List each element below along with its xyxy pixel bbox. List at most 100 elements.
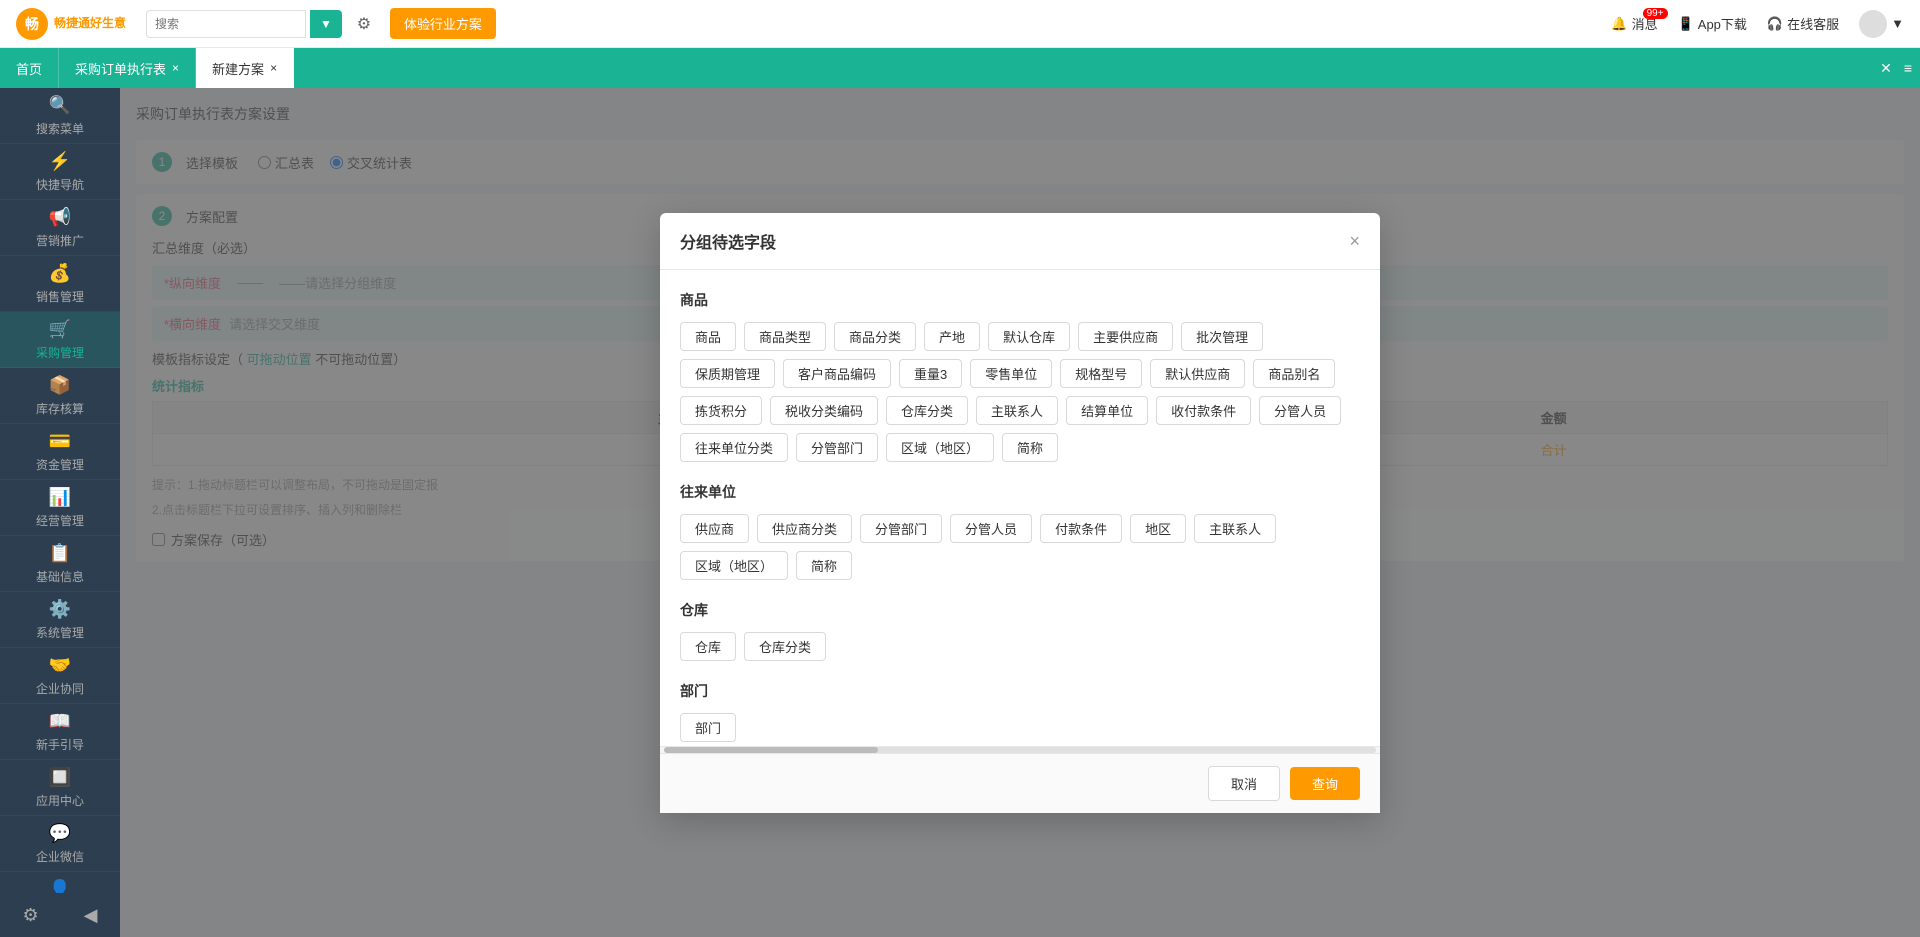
inventory-icon: 📦 — [49, 375, 71, 396]
app-download-icon: 📱 — [1678, 16, 1694, 32]
sidebar: 🔍 搜索菜单 ⚡ 快捷导航 📢 营销推广 💰 销售管理 🛒 采购管理 📦 库存核… — [0, 88, 120, 937]
experience-button[interactable]: 体验行业方案 — [390, 8, 496, 39]
modal-footer: 取消 查询 — [660, 753, 1380, 813]
group-title-department: 部门 — [680, 681, 1360, 701]
collab-icon: 🤝 — [49, 655, 71, 676]
tab-purchase-list-close[interactable]: × — [172, 61, 179, 75]
guide-icon: 📖 — [49, 711, 71, 732]
sidebar-item-marketing[interactable]: 📢 营销推广 — [0, 200, 120, 256]
sidebar-item-sales[interactable]: 💰 销售管理 — [0, 256, 120, 312]
tab-menu-icon[interactable]: ≡ — [1904, 60, 1912, 76]
sidebar-item-quick-nav[interactable]: ⚡ 快捷导航 — [0, 144, 120, 200]
scrollbar-thumb — [664, 747, 878, 753]
field-tag-region2-partner[interactable]: 区域（地区） — [680, 551, 788, 580]
sales-icon: 💰 — [49, 263, 71, 284]
field-tag-dept-name[interactable]: 部门 — [680, 713, 736, 742]
modal-header: 分组待选字段 × — [660, 213, 1380, 270]
logo-icon: 畅 — [16, 8, 48, 40]
field-tag-from-unit[interactable]: 往来单位分类 — [680, 433, 788, 462]
sidebar-item-guide[interactable]: 📖 新手引导 — [0, 704, 120, 760]
field-tag-goods-type[interactable]: 商品类型 — [744, 322, 826, 351]
sidebar-item-app-center[interactable]: 🔲 应用中心 — [0, 760, 120, 816]
field-tag-payment-terms[interactable]: 收付款条件 — [1156, 396, 1251, 425]
tab-new-plan-close[interactable]: × — [270, 61, 277, 75]
field-tag-customer-code[interactable]: 客户商品编码 — [783, 359, 891, 388]
group-title-partner: 往来单位 — [680, 482, 1360, 502]
logo-text: 畅捷通好生意 — [54, 16, 126, 30]
confirm-button[interactable]: 查询 — [1290, 767, 1360, 800]
notification-item[interactable]: 🔔 消息 99+ — [1611, 14, 1657, 33]
logo-area: 畅 畅捷通好生意 — [16, 8, 136, 40]
field-tag-settlement-unit[interactable]: 结算单位 — [1066, 396, 1148, 425]
modal-close-button[interactable]: × — [1349, 232, 1360, 250]
wecom-icon: 💬 — [49, 823, 71, 844]
search-icon: 🔍 — [49, 95, 71, 116]
group-title-warehouse: 仓库 — [680, 600, 1360, 620]
field-tag-spec-model[interactable]: 规格型号 — [1060, 359, 1142, 388]
sidebar-item-collab[interactable]: 🤝 企业协同 — [0, 648, 120, 704]
field-tag-expiry-mgmt[interactable]: 保质期管理 — [680, 359, 775, 388]
field-tag-contact-partner[interactable]: 主联系人 — [1194, 514, 1276, 543]
field-tag-supplier-cat[interactable]: 供应商分类 — [757, 514, 852, 543]
field-tag-warehouse-name[interactable]: 仓库 — [680, 632, 736, 661]
tab-purchase-list[interactable]: 采购订单执行表 × — [59, 48, 196, 88]
field-tag-abbr-goods[interactable]: 简称 — [1002, 433, 1058, 462]
field-tag-default-warehouse[interactable]: 默认仓库 — [988, 322, 1070, 351]
field-tag-goods-alias[interactable]: 商品别名 — [1253, 359, 1335, 388]
sidebar-item-finance[interactable]: 💳 资金管理 — [0, 424, 120, 480]
field-tag-abbr-partner[interactable]: 简称 — [796, 551, 852, 580]
field-tag-tax-code[interactable]: 税收分类编码 — [770, 396, 878, 425]
modal-horizontal-scrollbar[interactable] — [660, 746, 1380, 753]
field-tag-region-goods[interactable]: 区域（地区） — [886, 433, 994, 462]
field-group-goods: 商品 商品 商品类型 商品分类 产地 默认仓库 主要供应商 批次管理 保质期管理… — [680, 290, 1360, 462]
sidebar-item-purchase[interactable]: 🛒 采购管理 — [0, 312, 120, 368]
field-tag-weight3[interactable]: 重量3 — [899, 359, 962, 388]
nav-settings-icon[interactable]: ⚙ — [350, 10, 378, 38]
online-service-item[interactable]: 🎧 在线客服 — [1767, 14, 1839, 33]
tab-home[interactable]: 首页 — [0, 48, 59, 88]
main-layout: 🔍 搜索菜单 ⚡ 快捷导航 📢 营销推广 💰 销售管理 🛒 采购管理 📦 库存核… — [0, 88, 1920, 937]
top-nav-right: 🔔 消息 99+ 📱 App下载 🎧 在线客服 ▼ — [1611, 10, 1904, 38]
modal-body: 商品 商品 商品类型 商品分类 产地 默认仓库 主要供应商 批次管理 保质期管理… — [660, 270, 1380, 746]
sidebar-item-basic-info[interactable]: 📋 基础信息 — [0, 536, 120, 592]
sidebar-settings-button[interactable]: ⚙ — [23, 905, 39, 926]
field-tag-warehouse-category[interactable]: 仓库分类 — [744, 632, 826, 661]
field-tag-retail-unit[interactable]: 零售单位 — [970, 359, 1052, 388]
field-tag-origin[interactable]: 产地 — [924, 322, 980, 351]
tab-close-all-icon[interactable]: ✕ — [1880, 60, 1892, 77]
cancel-button[interactable]: 取消 — [1208, 766, 1280, 801]
field-tag-supplier[interactable]: 供应商 — [680, 514, 749, 543]
field-tag-goods-name[interactable]: 商品 — [680, 322, 736, 351]
field-tag-integral[interactable]: 拣货积分 — [680, 396, 762, 425]
field-tag-manager[interactable]: 分管人员 — [1259, 396, 1341, 425]
sidebar-item-search[interactable]: 🔍 搜索菜单 — [0, 88, 120, 144]
field-tag-region-partner[interactable]: 地区 — [1130, 514, 1186, 543]
field-tag-staff-partner[interactable]: 分管人员 — [950, 514, 1032, 543]
field-tag-batch-mgmt[interactable]: 批次管理 — [1181, 322, 1263, 351]
field-tag-pay-terms[interactable]: 付款条件 — [1040, 514, 1122, 543]
field-tag-warehouse-cat[interactable]: 仓库分类 — [886, 396, 968, 425]
search-button[interactable]: ▼ — [310, 10, 342, 38]
field-tag-dept-partner[interactable]: 分管部门 — [860, 514, 942, 543]
system-icon: ⚙️ — [49, 599, 71, 620]
field-tag-contact[interactable]: 主联系人 — [976, 396, 1058, 425]
field-tag-goods-category[interactable]: 商品分类 — [834, 322, 916, 351]
sidebar-item-system[interactable]: ⚙️ 系统管理 — [0, 592, 120, 648]
user-avatar-area[interactable]: ▼ — [1859, 10, 1904, 38]
tab-new-plan[interactable]: 新建方案 × — [196, 48, 294, 88]
field-tag-default-supplier[interactable]: 默认供应商 — [1150, 359, 1245, 388]
content-area: 采购订单执行表方案设置 1 选择模板 汇总表 交叉统计表 — [120, 88, 1920, 937]
sidebar-item-inventory[interactable]: 📦 库存核算 — [0, 368, 120, 424]
field-tags-department: 部门 — [680, 713, 1360, 742]
field-tags-warehouse: 仓库 仓库分类 — [680, 632, 1360, 661]
top-nav: 畅 畅捷通好生意 ▼ ⚙ 体验行业方案 🔔 消息 99+ 📱 App下载 🎧 在… — [0, 0, 1920, 48]
app-download-item[interactable]: 📱 App下载 — [1678, 14, 1747, 33]
field-tag-main-supplier[interactable]: 主要供应商 — [1078, 322, 1173, 351]
search-input[interactable] — [146, 10, 306, 38]
finance-icon: 💳 — [49, 431, 71, 452]
sidebar-item-operation[interactable]: 📊 经营管理 — [0, 480, 120, 536]
modal-dialog: 分组待选字段 × 商品 商品 商品类型 商品分类 产地 默认仓库 — [660, 213, 1380, 813]
field-tag-dept-managed[interactable]: 分管部门 — [796, 433, 878, 462]
sidebar-item-wecom[interactable]: 💬 企业微信 — [0, 816, 120, 872]
sidebar-collapse-button[interactable]: ◀ — [84, 905, 98, 926]
